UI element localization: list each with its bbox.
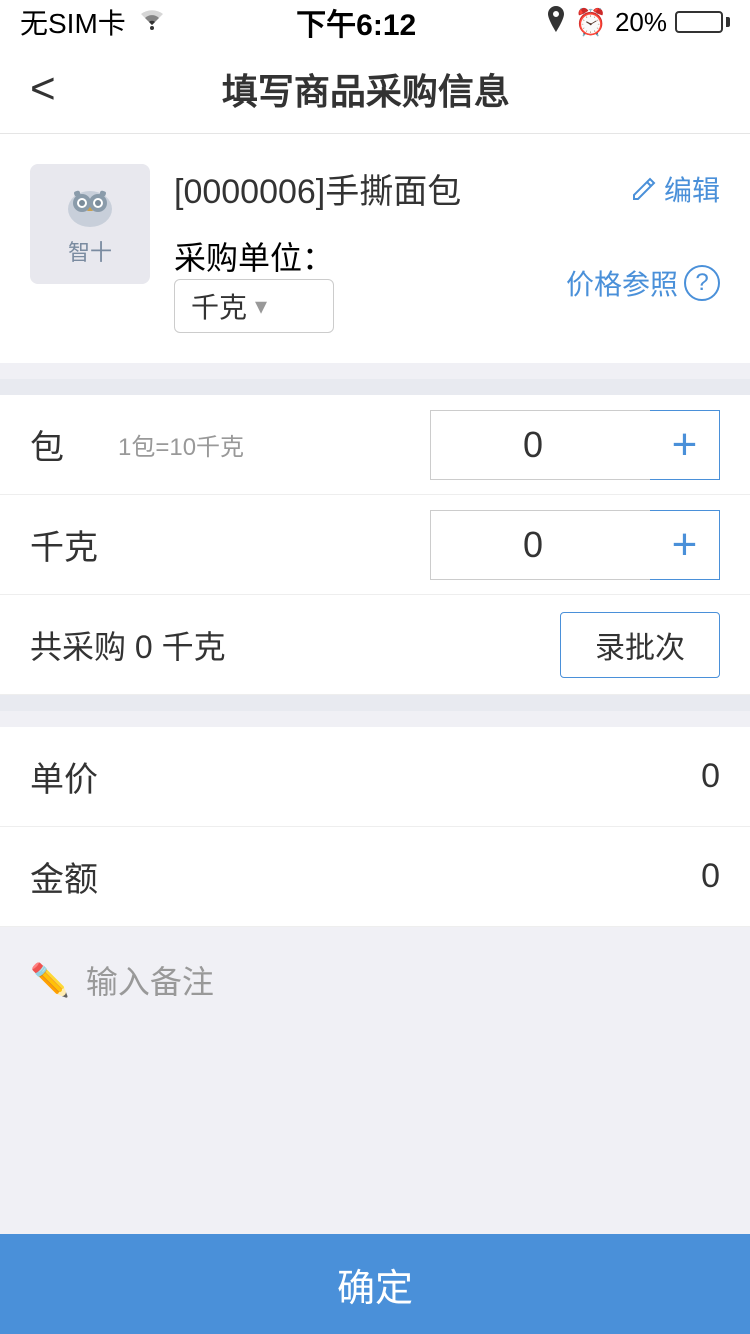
alarm-icon: ⏰ xyxy=(575,7,607,38)
status-time: 下午6:12 xyxy=(296,0,416,44)
confirm-button[interactable]: 确定 xyxy=(0,1234,750,1334)
status-bar: 无SIM卡 下午6:12 ⏰ 20% xyxy=(0,0,750,44)
kg-quantity-input[interactable] xyxy=(430,510,650,580)
bag-plus-button[interactable]: + xyxy=(650,410,720,480)
section-divider-2 xyxy=(0,695,750,711)
unit-value: 千克 xyxy=(191,286,247,326)
amount-value: 0 xyxy=(701,857,720,896)
page-title: 填写商品采购信息 xyxy=(76,63,656,115)
main-content: 智十 [0000006]手撕面包 编辑 采购单位： 千克 ▾ xyxy=(0,134,750,1227)
edit-button[interactable]: 编辑 xyxy=(630,169,720,209)
batch-button[interactable]: 录批次 xyxy=(560,612,720,678)
kg-input-controls: + xyxy=(430,510,720,580)
summary-text: 共采购 0 千克 xyxy=(30,622,226,668)
bag-input-row: 包 1包=10千克 + xyxy=(0,395,750,495)
battery-percent: 20% xyxy=(615,7,667,38)
product-card: 智十 [0000006]手撕面包 编辑 采购单位： 千克 ▾ xyxy=(0,134,750,363)
product-info: [0000006]手撕面包 编辑 采购单位： 千克 ▾ 价格参照 ? xyxy=(174,164,720,333)
price-ref-label: 价格参照 xyxy=(566,263,678,303)
remarks-section: ✏️ 输入备注 xyxy=(0,927,750,1127)
back-button[interactable]: < xyxy=(30,64,76,114)
wifi-icon xyxy=(136,6,168,38)
purchase-unit-label: 采购单位： 千克 ▾ xyxy=(174,233,334,333)
product-name: [0000006]手撕面包 xyxy=(174,164,461,213)
amount-row: 金额 0 xyxy=(0,827,750,927)
amount-label: 金额 xyxy=(30,852,98,901)
edit-label: 编辑 xyxy=(664,169,720,209)
unit-price-label: 单价 xyxy=(30,752,98,801)
help-icon: ? xyxy=(684,265,720,301)
carrier-label: 无SIM卡 xyxy=(20,2,126,42)
unit-select[interactable]: 千克 ▾ xyxy=(174,279,334,333)
unit-price-row: 单价 0 xyxy=(0,727,750,827)
product-image: 智十 xyxy=(30,164,150,284)
bag-quantity-input[interactable] xyxy=(430,410,650,480)
section-divider-1 xyxy=(0,379,750,395)
kg-input-row: 千克 + xyxy=(0,495,750,595)
bag-label: 包 xyxy=(30,420,110,469)
status-left: 无SIM卡 xyxy=(20,2,168,42)
bag-sub-label: 1包=10千克 xyxy=(118,427,244,462)
battery-icon xyxy=(675,11,730,33)
kg-plus-button[interactable]: + xyxy=(650,510,720,580)
location-icon xyxy=(545,6,567,39)
purchase-unit-row: 采购单位： 千克 ▾ 价格参照 ? xyxy=(174,233,720,333)
price-section: 单价 0 金额 0 xyxy=(0,727,750,927)
product-logo: 智十 xyxy=(60,181,120,267)
price-ref-button[interactable]: 价格参照 ? xyxy=(566,263,720,303)
chevron-down-icon: ▾ xyxy=(255,292,267,321)
status-right: ⏰ 20% xyxy=(545,6,730,39)
product-name-row: [0000006]手撕面包 编辑 xyxy=(174,164,720,213)
logo-text: 智十 xyxy=(68,235,112,267)
bag-input-controls: + xyxy=(430,410,720,480)
nav-bar: < 填写商品采购信息 xyxy=(0,44,750,134)
summary-row: 共采购 0 千克 录批次 xyxy=(0,595,750,695)
remarks-placeholder: 输入备注 xyxy=(86,957,214,1003)
remarks-input-area[interactable]: ✏️ 输入备注 xyxy=(30,957,720,1003)
unit-price-value: 0 xyxy=(701,757,720,796)
kg-label: 千克 xyxy=(30,520,110,569)
pencil-icon: ✏️ xyxy=(30,961,70,999)
input-section: 包 1包=10千克 + 千克 + xyxy=(0,395,750,595)
